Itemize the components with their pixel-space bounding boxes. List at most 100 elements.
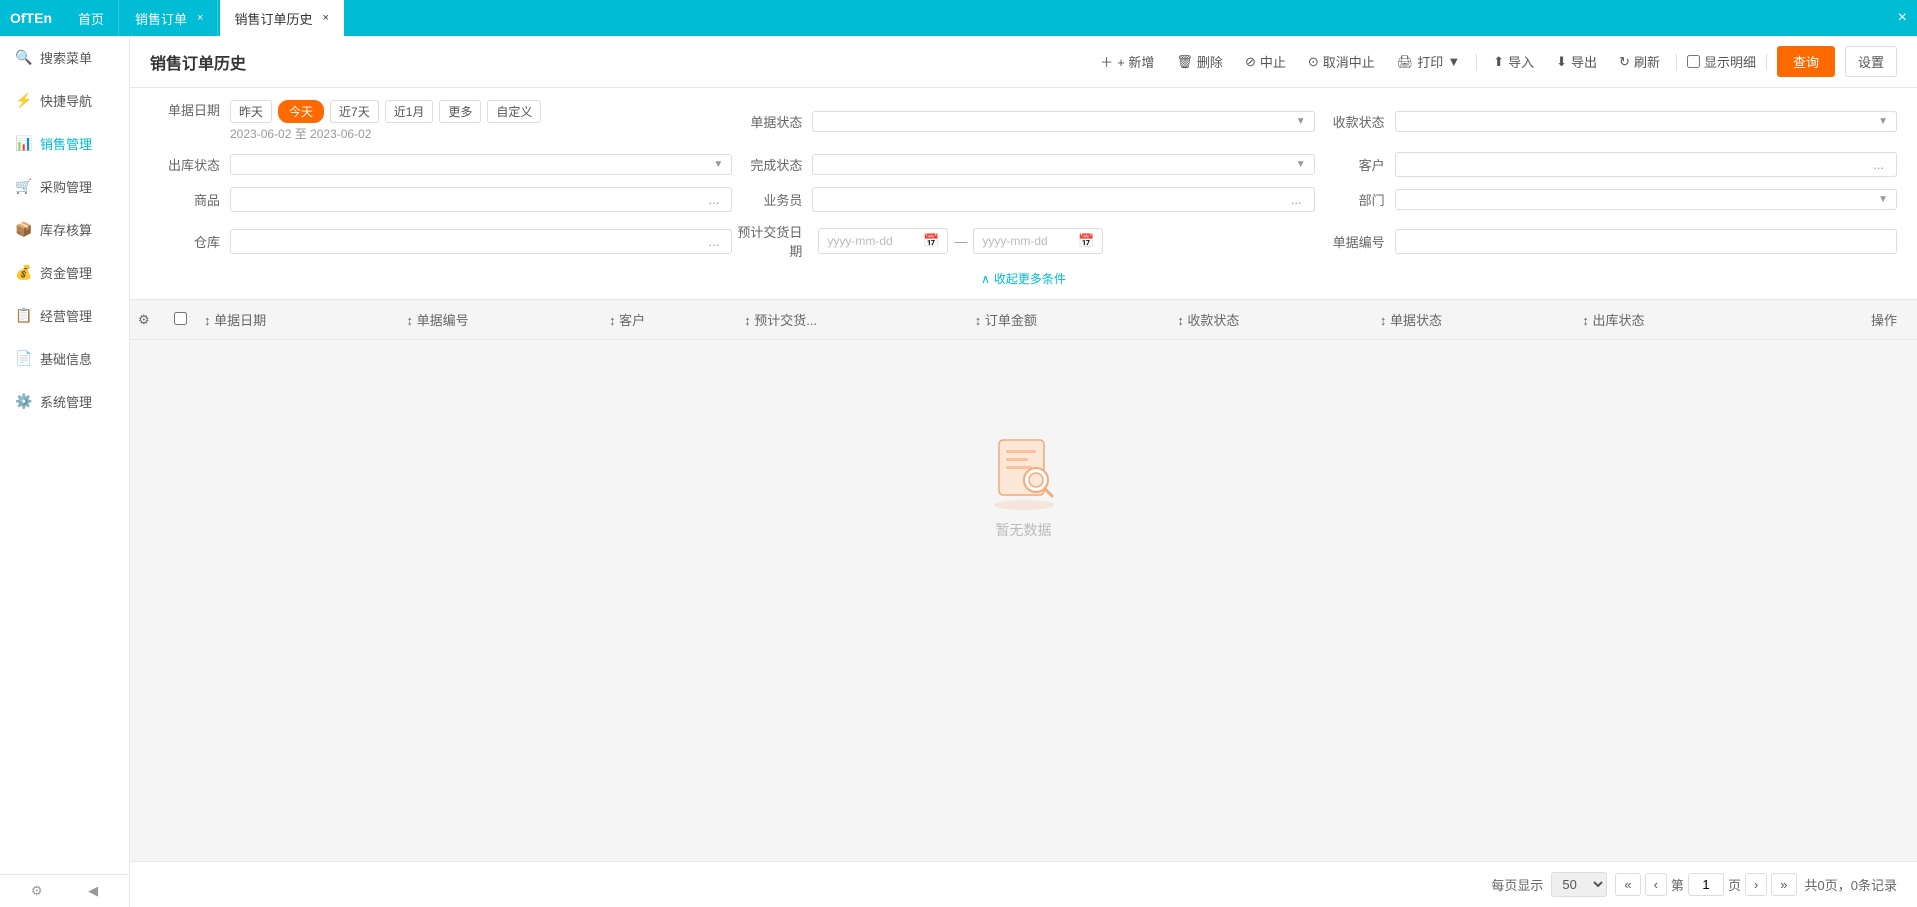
toolbar: ＋ + 新增 🗑 删除 ⊘ 中止 ⊙ 取消中止 🖨 打印 bbox=[1094, 46, 1897, 77]
query-button[interactable]: 查询 bbox=[1777, 46, 1835, 77]
sidebar-item-basic-info[interactable]: 📄 基础信息 bbox=[0, 337, 129, 380]
operation-mgmt-icon: 📋 bbox=[16, 308, 32, 324]
collapse-button[interactable]: ∧ 收起更多条件 bbox=[150, 270, 1897, 287]
refresh-button[interactable]: ↻ 刷新 bbox=[1613, 48, 1666, 75]
col-customer: ↕ 客户 bbox=[601, 300, 736, 340]
page-number-input[interactable]: 1 bbox=[1688, 873, 1724, 896]
salesperson-dots[interactable]: ... bbox=[1287, 192, 1306, 207]
print-label: 打印 bbox=[1417, 52, 1443, 71]
sidebar-item-system-mgmt[interactable]: ⚙️ 系统管理 bbox=[0, 380, 129, 423]
total-info: 共0页，0条记录 bbox=[1805, 875, 1897, 894]
receipt-status-label: 收款状态 bbox=[1315, 112, 1395, 131]
delete-label: 删除 bbox=[1197, 52, 1223, 71]
goods-dots[interactable]: ... bbox=[704, 192, 723, 207]
quick-nav-icon: ⚡ bbox=[16, 93, 32, 109]
warehouse-dots[interactable]: ... bbox=[704, 234, 723, 249]
date-separator: — bbox=[954, 234, 967, 249]
page-size-select[interactable]: 50 10 20 100 bbox=[1551, 872, 1607, 897]
sidebar-collapse-icon[interactable]: ◀ bbox=[88, 883, 98, 899]
tab-home[interactable]: 首页 bbox=[64, 0, 119, 36]
customer-dots[interactable]: ... bbox=[1869, 157, 1888, 172]
show-detail-checkbox-label[interactable]: 显示明细 bbox=[1687, 52, 1756, 71]
export-button[interactable]: ⬇ 导出 bbox=[1550, 48, 1603, 75]
cancel-stop-icon: ⊙ bbox=[1308, 54, 1319, 70]
data-table: ⚙ ↕ 单据日期 ↕ 单据编号 bbox=[130, 300, 1917, 340]
col-out-status: ↕ 出库状态 bbox=[1574, 300, 1777, 340]
sidebar-item-operation-mgmt-label: 经营管理 bbox=[40, 306, 92, 325]
page-nav: « ‹ 第 1 页 › » bbox=[1615, 873, 1796, 896]
receipt-status-select[interactable]: ▼ bbox=[1395, 111, 1897, 132]
settings-button[interactable]: 设置 bbox=[1845, 46, 1897, 77]
sidebar-item-capital-mgmt-label: 资金管理 bbox=[40, 263, 92, 282]
prev-page-button[interactable]: ‹ bbox=[1645, 873, 1667, 896]
table-checkbox-header[interactable] bbox=[166, 300, 196, 340]
filter-row-3: 商品 ... 业务员 ... 部门 bbox=[150, 187, 1897, 212]
select-all-checkbox[interactable] bbox=[174, 312, 187, 325]
sidebar-item-operation-mgmt[interactable]: 📋 经营管理 bbox=[0, 294, 129, 337]
top-bar-right: × bbox=[1898, 9, 1907, 27]
filter-row-1: 单据日期 昨天 今天 近7天 近1月 更多 自定义 2023-06-02 至 2… bbox=[150, 100, 1897, 142]
next-page-button[interactable]: › bbox=[1745, 873, 1767, 896]
col-delivery-date-label: ↕ 预计交货... bbox=[744, 313, 817, 328]
sidebar-item-capital-mgmt[interactable]: 💰 资金管理 bbox=[0, 251, 129, 294]
order-status-select[interactable]: ▼ bbox=[812, 111, 1314, 132]
sidebar-item-quick-nav-label: 快捷导航 bbox=[40, 91, 92, 110]
table-settings-header[interactable]: ⚙ bbox=[130, 300, 166, 340]
sidebar-item-sales-mgmt[interactable]: 📊 销售管理 bbox=[0, 122, 129, 165]
cancel-stop-button[interactable]: ⊙ 取消中止 bbox=[1302, 48, 1381, 75]
toolbar-divider-2 bbox=[1676, 54, 1677, 70]
top-bar: OfTEn 首页 销售订单 × 销售订单历史 × × bbox=[0, 0, 1917, 36]
date-btn-1month[interactable]: 近1月 bbox=[385, 100, 434, 123]
sidebar-item-search-menu[interactable]: 🔍 搜索菜单 bbox=[0, 36, 129, 79]
order-no-input[interactable] bbox=[1395, 229, 1897, 254]
table-settings-icon[interactable]: ⚙ bbox=[138, 312, 150, 327]
new-label: + 新增 bbox=[1117, 52, 1154, 71]
table-scroll: ⚙ ↕ 单据日期 ↕ 单据编号 bbox=[130, 300, 1917, 861]
warehouse-label: 仓库 bbox=[150, 232, 230, 251]
tab-sales-order-history-close[interactable]: × bbox=[322, 12, 328, 24]
calendar-from-icon[interactable]: 📅 bbox=[923, 233, 939, 249]
stop-icon: ⊘ bbox=[1245, 54, 1256, 70]
tab-sales-order[interactable]: 销售订单 × bbox=[121, 0, 218, 36]
show-detail-checkbox[interactable] bbox=[1687, 55, 1700, 68]
date-btn-custom[interactable]: 自定义 bbox=[487, 100, 541, 123]
order-no-label: 单据编号 bbox=[1315, 232, 1395, 251]
import-button[interactable]: ⬆ 导入 bbox=[1487, 48, 1540, 75]
sidebar: 🔍 搜索菜单 ⚡ 快捷导航 📊 销售管理 🛒 采购管理 📦 库存核算 💰 资金管… bbox=[0, 36, 130, 907]
date-btn-7days[interactable]: 近7天 bbox=[330, 100, 379, 123]
dept-arrow-icon: ▼ bbox=[1878, 194, 1888, 205]
sidebar-item-quick-nav[interactable]: ⚡ 快捷导航 bbox=[0, 79, 129, 122]
complete-status-select[interactable]: ▼ bbox=[812, 154, 1314, 175]
cancel-stop-label: 取消中止 bbox=[1323, 52, 1375, 71]
dept-select[interactable]: ▼ bbox=[1395, 189, 1897, 210]
tab-sales-order-close[interactable]: × bbox=[197, 12, 203, 24]
first-page-button[interactable]: « bbox=[1615, 873, 1640, 896]
out-status-select[interactable]: ▼ bbox=[230, 154, 732, 175]
date-btn-today[interactable]: 今天 bbox=[278, 100, 324, 123]
calendar-to-icon[interactable]: 📅 bbox=[1078, 233, 1094, 249]
empty-text: 暂无数据 bbox=[996, 520, 1052, 540]
sidebar-item-purchase-mgmt-label: 采购管理 bbox=[40, 177, 92, 196]
page-size-label: 每页显示 bbox=[1491, 875, 1543, 894]
date-btn-group: 昨天 今天 近7天 近1月 更多 自定义 bbox=[230, 100, 541, 123]
col-amount: ↕ 订单金额 bbox=[967, 300, 1170, 340]
stop-button[interactable]: ⊘ 中止 bbox=[1239, 48, 1292, 75]
tab-sales-order-history[interactable]: 销售订单历史 × bbox=[220, 0, 343, 36]
brand-text: OfTEn bbox=[10, 10, 52, 26]
date-btn-yesterday[interactable]: 昨天 bbox=[230, 100, 272, 123]
sidebar-item-purchase-mgmt[interactable]: 🛒 采购管理 bbox=[0, 165, 129, 208]
salesperson-label: 业务员 bbox=[732, 190, 812, 209]
date-btn-more[interactable]: 更多 bbox=[439, 100, 481, 123]
last-page-button[interactable]: » bbox=[1771, 873, 1796, 896]
sidebar-settings-icon[interactable]: ⚙ bbox=[31, 883, 43, 899]
print-button[interactable]: 🖨 打印 ▼ bbox=[1391, 48, 1466, 75]
delete-button[interactable]: 🗑 删除 bbox=[1170, 48, 1229, 75]
order-status-label: 单据状态 bbox=[732, 112, 812, 131]
sidebar-item-search-menu-label: 搜索菜单 bbox=[40, 48, 92, 67]
filter-row-4: 仓库 ... 预计交货日期 yyyy-mm-dd 📅 — yyyy-mm-dd bbox=[150, 222, 1897, 260]
refresh-icon: ↻ bbox=[1619, 54, 1630, 70]
new-button[interactable]: ＋ + 新增 bbox=[1094, 48, 1160, 75]
sidebar-item-inventory-mgmt[interactable]: 📦 库存核算 bbox=[0, 208, 129, 251]
col-order-status-label: ↕ 单据状态 bbox=[1380, 313, 1442, 328]
window-close-icon[interactable]: × bbox=[1898, 9, 1907, 27]
